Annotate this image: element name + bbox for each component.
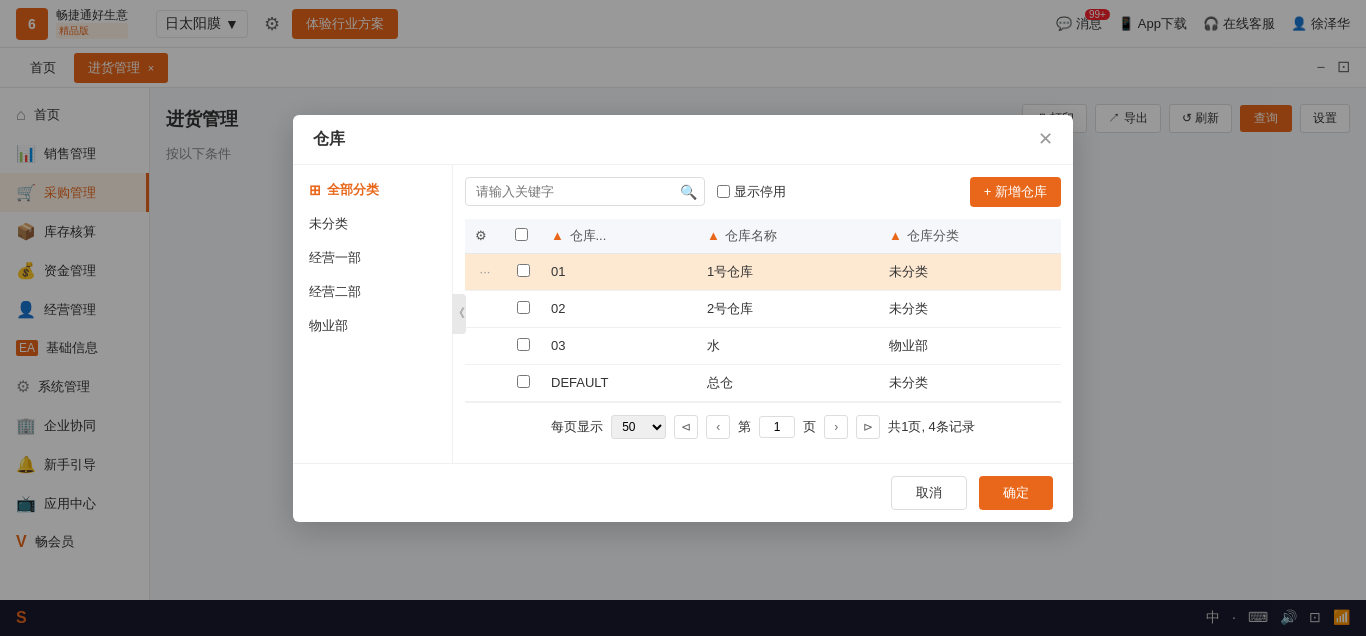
row-name-cell: 水 [697,327,879,364]
row-code-cell: 02 [541,290,697,327]
row-category-cell: 物业部 [879,327,1061,364]
row-actions-cell [465,327,505,364]
search-input-wrap: 🔍 [465,177,705,206]
search-input[interactable] [465,177,705,206]
row-category-cell: 未分类 [879,364,1061,401]
row-name-cell: 2号仓库 [697,290,879,327]
col-category-header[interactable]: ▲ 仓库分类 [879,219,1061,254]
category-panel: ⊞ 全部分类 未分类 经营一部 经营二部 物业部 《 [293,165,453,463]
dialog-footer: 取消 确定 [293,463,1073,522]
row-category-cell: 未分类 [879,290,1061,327]
col-code-header[interactable]: ▲ 仓库... [541,219,697,254]
last-page-button[interactable]: ⊳ [856,415,880,439]
row-actions-cell: ··· [465,253,505,290]
total-info: 共1页, 4条记录 [888,418,975,436]
category-all[interactable]: ⊞ 全部分类 [293,173,452,207]
col-check-header [505,219,541,254]
table-panel: 🔍 显示停用 + 新增仓库 ⚙ [453,165,1073,463]
table-row[interactable]: DEFAULT 总仓 未分类 [465,364,1061,401]
warehouse-dialog: 仓库 ✕ ⊞ 全部分类 未分类 经营一部 经营二部 [293,115,1073,522]
sort-icon-cat: ▲ [889,228,902,243]
row-actions-cell [465,290,505,327]
category-dept2[interactable]: 经营二部 [293,275,452,309]
select-all-checkbox[interactable] [515,228,528,241]
row-checkbox[interactable] [517,338,530,351]
prev-page-button[interactable]: ‹ [706,415,730,439]
table-toolbar: 🔍 显示停用 + 新增仓库 [465,177,1061,207]
next-page-button[interactable]: › [824,415,848,439]
table-row[interactable]: 02 2号仓库 未分类 [465,290,1061,327]
category-property[interactable]: 物业部 [293,309,452,343]
row-check-cell [505,290,541,327]
add-warehouse-button[interactable]: + 新增仓库 [970,177,1061,207]
pagination: 每页显示 50 20 100 ⊲ ‹ 第 页 › ⊳ 共1页, 4条记录 [465,402,1061,451]
sort-icon: ▲ [551,228,564,243]
dialog-title: 仓库 [313,129,345,150]
page-label: 第 [738,418,751,436]
page-number-input[interactable] [759,416,795,438]
category-dept1[interactable]: 经营一部 [293,241,452,275]
row-name-cell: 1号仓库 [697,253,879,290]
per-page-select[interactable]: 50 20 100 [611,415,666,439]
first-page-button[interactable]: ⊲ [674,415,698,439]
row-check-cell [505,253,541,290]
page-suffix: 页 [803,418,816,436]
category-collapse-button[interactable]: 《 [452,294,466,334]
table-row[interactable]: 03 水 物业部 [465,327,1061,364]
sort-icon-name: ▲ [707,228,720,243]
col-name-header[interactable]: ▲ 仓库名称 [697,219,879,254]
show-disabled-label[interactable]: 显示停用 [717,183,786,201]
show-disabled-checkbox[interactable] [717,185,730,198]
gear-icon: ⚙ [475,228,487,243]
row-actions-cell [465,364,505,401]
confirm-button[interactable]: 确定 [979,476,1053,510]
row-code-cell: 03 [541,327,697,364]
dialog-close-icon[interactable]: ✕ [1038,130,1053,148]
row-name-cell: 总仓 [697,364,879,401]
grid-icon: ⊞ [309,182,321,198]
row-checkbox[interactable] [517,375,530,388]
row-category-cell: 未分类 [879,253,1061,290]
row-checkbox[interactable] [517,301,530,314]
modal-overlay[interactable]: 仓库 ✕ ⊞ 全部分类 未分类 经营一部 经营二部 [0,0,1366,636]
row-check-cell [505,364,541,401]
dialog-body: ⊞ 全部分类 未分类 经营一部 经营二部 物业部 《 [293,165,1073,463]
table-row[interactable]: ··· 01 1号仓库 未分类 [465,253,1061,290]
row-code-cell: DEFAULT [541,364,697,401]
row-more-icon[interactable]: ··· [480,264,491,279]
category-uncategorized[interactable]: 未分类 [293,207,452,241]
search-icon: 🔍 [680,184,697,200]
row-checkbox[interactable] [517,264,530,277]
col-gear-header: ⚙ [465,219,505,254]
dialog-header: 仓库 ✕ [293,115,1073,165]
warehouse-table: ⚙ ▲ 仓库... ▲ 仓库名称 [465,219,1061,402]
cancel-button[interactable]: 取消 [891,476,967,510]
per-page-label: 每页显示 [551,418,603,436]
row-code-cell: 01 [541,253,697,290]
row-check-cell [505,327,541,364]
